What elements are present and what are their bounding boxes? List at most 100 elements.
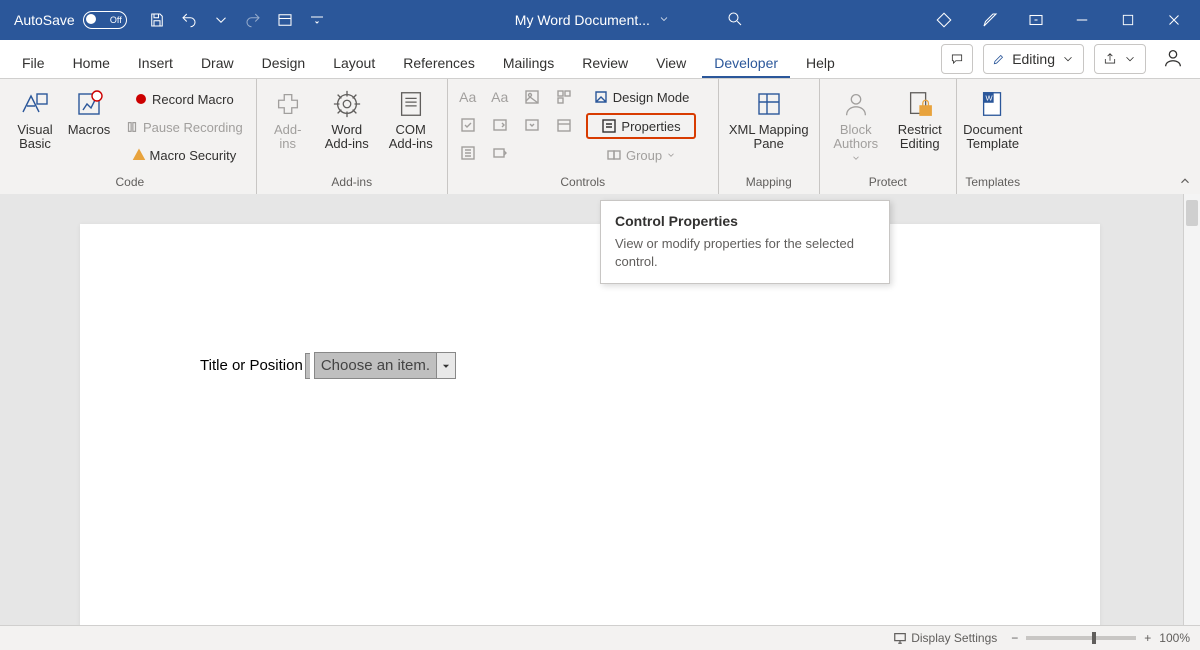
title-center: My Word Document... <box>329 10 930 31</box>
content-control[interactable]: Choose an item. <box>314 352 456 379</box>
group-templates: W Document Template Templates <box>957 79 1029 195</box>
display-settings-button[interactable]: Display Settings <box>893 631 997 645</box>
vertical-scrollbar[interactable] <box>1183 194 1200 626</box>
save-icon[interactable] <box>145 8 169 32</box>
redo-icon[interactable] <box>241 8 265 32</box>
properties-button[interactable]: Properties <box>586 113 697 139</box>
tab-view[interactable]: View <box>644 47 698 78</box>
title-bar: AutoSave Off My Word Document... <box>0 0 1200 40</box>
group-label: Code <box>4 175 256 195</box>
group-label: Protect <box>820 175 956 195</box>
tab-draw[interactable]: Draw <box>189 47 246 78</box>
checkbox-cc-icon[interactable] <box>454 113 482 137</box>
account-icon[interactable] <box>1156 47 1190 72</box>
doc-name-dropdown-icon[interactable] <box>658 12 670 28</box>
tab-layout[interactable]: Layout <box>321 47 387 78</box>
tab-references[interactable]: References <box>391 47 487 78</box>
group-addins: Add- ins Word Add-ins COM Add-ins Add-in… <box>257 79 448 195</box>
xml-mapping-button[interactable]: XML Mapping Pane <box>725 85 813 151</box>
maximize-icon[interactable] <box>1114 6 1142 34</box>
page[interactable]: Title or Position Choose an item. <box>80 224 1100 626</box>
dropdown-cc-icon[interactable] <box>518 113 546 137</box>
zoom-slider[interactable] <box>1026 636 1136 640</box>
group-button[interactable]: Group <box>586 143 697 167</box>
macros-icon <box>72 87 106 121</box>
restrict-editing-icon <box>903 87 937 121</box>
visual-basic-button[interactable]: Visual Basic <box>10 85 60 151</box>
block-authors-icon <box>839 87 873 121</box>
zoom-control[interactable]: − + 100% <box>1011 631 1190 645</box>
svg-text:W: W <box>985 93 993 102</box>
scrollbar-thumb[interactable] <box>1186 200 1198 226</box>
macros-button[interactable]: Macros <box>64 85 114 137</box>
status-bar: Display Settings − + 100% <box>0 625 1200 650</box>
picture-cc-icon[interactable] <box>518 85 546 109</box>
group-label: Templates <box>957 175 1029 195</box>
combobox-cc-icon[interactable] <box>486 113 514 137</box>
cc-dropdown-icon[interactable] <box>436 352 456 379</box>
undo-dropdown-icon[interactable] <box>209 8 233 32</box>
group-mapping: XML Mapping Pane Mapping <box>719 79 820 195</box>
tab-file[interactable]: File <box>10 47 57 78</box>
tab-home[interactable]: Home <box>61 47 122 78</box>
tooltip-title: Control Properties <box>615 213 875 229</box>
comments-button[interactable] <box>941 44 973 74</box>
group-controls: Aa Aa Design Mode Propertie <box>448 79 719 195</box>
tab-insert[interactable]: Insert <box>126 47 185 78</box>
word-addins-icon <box>330 87 364 121</box>
macro-security-button[interactable]: Macro Security <box>118 143 250 167</box>
field-label: Title or Position <box>200 357 303 374</box>
group-label: Add-ins <box>257 175 447 195</box>
ribbon-tabs: File Home Insert Draw Design Layout Refe… <box>0 40 1200 79</box>
quick-access-toolbar <box>145 8 329 32</box>
search-icon[interactable] <box>726 10 744 31</box>
design-mode-button[interactable]: Design Mode <box>586 85 697 109</box>
tab-mailings[interactable]: Mailings <box>491 47 566 78</box>
tab-help[interactable]: Help <box>794 47 847 78</box>
group-label: Controls <box>448 175 718 195</box>
building-block-cc-icon[interactable] <box>550 85 578 109</box>
form-icon[interactable] <box>273 8 297 32</box>
plain-text-cc-icon[interactable]: Aa <box>486 85 514 109</box>
zoom-in-icon[interactable]: + <box>1144 631 1151 645</box>
tab-design[interactable]: Design <box>250 47 318 78</box>
rich-text-cc-icon[interactable]: Aa <box>454 85 482 109</box>
tab-review[interactable]: Review <box>570 47 640 78</box>
document-name[interactable]: My Word Document... <box>515 12 650 28</box>
share-button[interactable] <box>1094 44 1146 74</box>
group-label: Mapping <box>719 175 819 195</box>
collapse-ribbon-icon[interactable] <box>1178 174 1192 191</box>
xml-mapping-icon <box>752 87 786 121</box>
cc-handle[interactable] <box>305 353 310 379</box>
group-code: Visual Basic Macros Record Macro Pause R… <box>4 79 257 195</box>
word-addins-button[interactable]: Word Add-ins <box>317 85 377 151</box>
editing-label: Editing <box>1012 51 1055 67</box>
tab-developer[interactable]: Developer <box>702 47 790 78</box>
legacy-tools-icon[interactable] <box>486 141 514 165</box>
diamond-icon[interactable] <box>930 6 958 34</box>
ribbon: Visual Basic Macros Record Macro Pause R… <box>0 79 1200 195</box>
visual-basic-icon <box>18 87 52 121</box>
document-template-button[interactable]: W Document Template <box>963 85 1023 151</box>
addins-button[interactable]: Add- ins <box>263 85 313 151</box>
cc-placeholder: Choose an item. <box>314 352 436 379</box>
record-macro-button[interactable]: Record Macro <box>118 87 250 111</box>
editing-mode-button[interactable]: Editing <box>983 44 1084 74</box>
restrict-editing-button[interactable]: Restrict Editing <box>890 85 950 151</box>
date-cc-icon[interactable] <box>550 113 578 137</box>
tooltip-body: View or modify properties for the select… <box>615 235 875 271</box>
minimize-icon[interactable] <box>1068 6 1096 34</box>
zoom-out-icon[interactable]: − <box>1011 631 1018 645</box>
undo-icon[interactable] <box>177 8 201 32</box>
ribbon-mode-icon[interactable] <box>1022 6 1050 34</box>
close-icon[interactable] <box>1160 6 1188 34</box>
document-template-icon: W <box>976 87 1010 121</box>
autosave-toggle[interactable]: AutoSave Off <box>14 11 127 29</box>
block-authors-button[interactable]: Block Authors <box>826 85 886 163</box>
zoom-level[interactable]: 100% <box>1159 631 1190 645</box>
qat-customize-icon[interactable] <box>305 8 329 32</box>
com-addins-button[interactable]: COM Add-ins <box>381 85 441 151</box>
repeating-cc-icon[interactable] <box>454 141 482 165</box>
brush-icon[interactable] <box>976 6 1004 34</box>
addins-icon <box>271 87 305 121</box>
